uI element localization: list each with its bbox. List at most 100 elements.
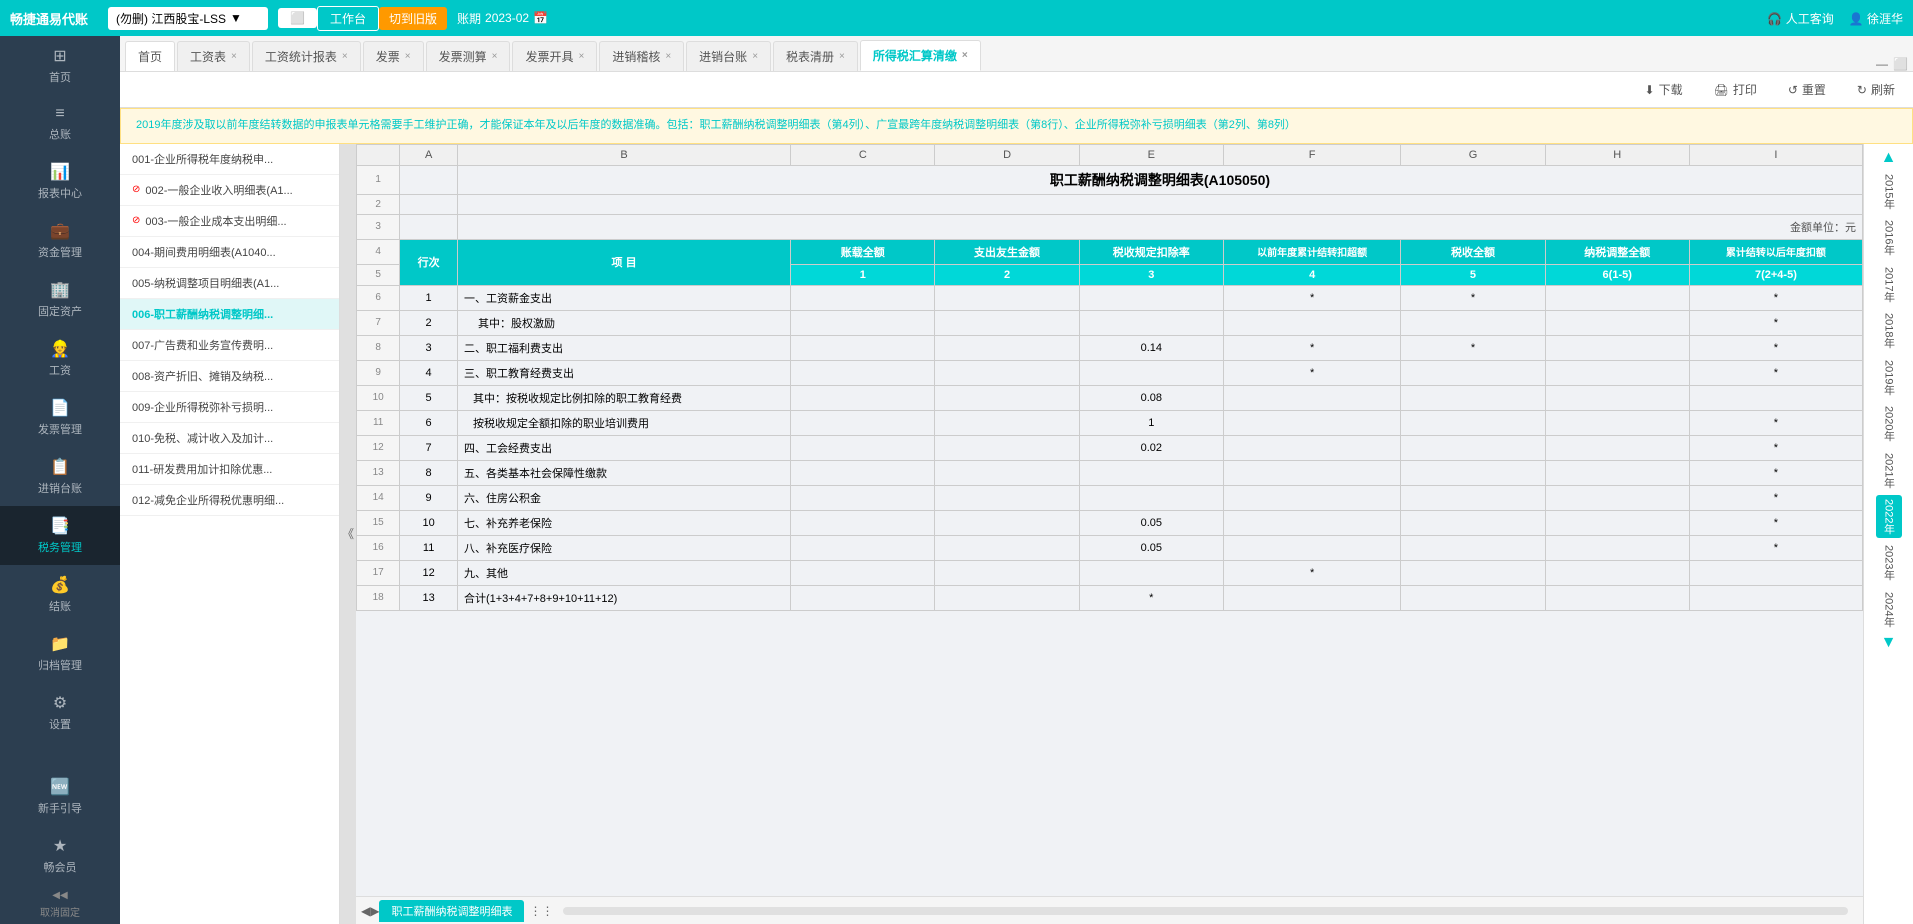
cell-rownum[interactable]: 13: [400, 585, 458, 610]
sidebar-item-settings[interactable]: ⚙ 设置: [0, 683, 120, 742]
cell[interactable]: [1545, 535, 1689, 560]
cell-star[interactable]: *: [1689, 460, 1862, 485]
cell[interactable]: [1079, 460, 1223, 485]
cell[interactable]: [935, 460, 1079, 485]
refresh-btn[interactable]: ↻ 刷新: [1849, 77, 1903, 102]
cell[interactable]: [1223, 310, 1400, 335]
cell-star[interactable]: *: [1689, 310, 1862, 335]
print-btn[interactable]: 🖨 打印: [1706, 77, 1765, 102]
cell[interactable]: [791, 410, 935, 435]
cell[interactable]: [935, 310, 1079, 335]
cell[interactable]: [1545, 435, 1689, 460]
window-minimize-icon[interactable]: —: [1876, 57, 1888, 71]
cell-rownum[interactable]: 4: [400, 360, 458, 385]
cell[interactable]: [1689, 560, 1862, 585]
cell[interactable]: [791, 485, 935, 510]
cell[interactable]: [1545, 510, 1689, 535]
sidebar-item-archive[interactable]: 📁 归档管理: [0, 624, 120, 683]
cell-label[interactable]: 其中：按税收规定比例扣除的职工教育经费: [457, 385, 790, 410]
year-item-2021[interactable]: 2021年: [1876, 449, 1902, 492]
cell[interactable]: [791, 335, 935, 360]
cell-star[interactable]: *: [1689, 485, 1862, 510]
horizontal-scrollbar[interactable]: [563, 907, 1848, 915]
cell[interactable]: [1545, 410, 1689, 435]
cell[interactable]: [1545, 360, 1689, 385]
cell[interactable]: [1545, 560, 1689, 585]
cell[interactable]: [791, 285, 935, 310]
cell[interactable]: [935, 585, 1079, 610]
cell[interactable]: [1223, 485, 1400, 510]
cell[interactable]: [1545, 385, 1689, 410]
cell-val[interactable]: 0.05: [1079, 535, 1223, 560]
cell[interactable]: [1545, 460, 1689, 485]
tab-purchase-audit[interactable]: 进销稽核 ×: [599, 41, 684, 71]
file-list-item[interactable]: 001-企业所得税年度纳税申...: [120, 144, 339, 175]
year-item-2024[interactable]: 2024年: [1876, 588, 1902, 631]
cell[interactable]: [1079, 560, 1223, 585]
next-sheet-icon[interactable]: ▶: [370, 904, 379, 918]
cell[interactable]: [1401, 460, 1545, 485]
tab-tax-schedule[interactable]: 税表清册 ×: [773, 41, 858, 71]
cell[interactable]: [1401, 385, 1545, 410]
close-icon[interactable]: ×: [752, 51, 758, 62]
file-list-item[interactable]: 011-研发费用加计扣除优惠...: [120, 454, 339, 485]
year-item-2020[interactable]: 2020年: [1876, 402, 1902, 445]
close-icon[interactable]: ×: [665, 51, 671, 62]
cell[interactable]: [1401, 585, 1545, 610]
cell[interactable]: [1401, 535, 1545, 560]
cell[interactable]: [791, 360, 935, 385]
cell-rownum[interactable]: 8: [400, 460, 458, 485]
cell[interactable]: [1079, 310, 1223, 335]
window-maximize-icon[interactable]: ⬜: [1893, 57, 1908, 71]
service-link[interactable]: 🎧 人工客询: [1767, 10, 1833, 27]
file-list-item[interactable]: 004-期间费用明细表(A1040...: [120, 237, 339, 268]
cell[interactable]: [1401, 310, 1545, 335]
cell-rownum[interactable]: 2: [400, 310, 458, 335]
year-item-2023[interactable]: 2023年: [1876, 541, 1902, 584]
cell[interactable]: [1223, 410, 1400, 435]
cell-val[interactable]: 0.05: [1079, 510, 1223, 535]
close-icon[interactable]: ×: [578, 51, 584, 62]
sidebar-item-invoice[interactable]: 📄 发票管理: [0, 388, 120, 447]
cell-rownum[interactable]: 12: [400, 560, 458, 585]
close-icon[interactable]: ×: [405, 51, 411, 62]
copy-btn[interactable]: ⬜: [278, 8, 317, 28]
cell[interactable]: [1223, 510, 1400, 535]
cell-label[interactable]: 九、其他: [457, 560, 790, 585]
cell-label[interactable]: 三、职工教育经费支出: [457, 360, 790, 385]
cell-star[interactable]: *: [1689, 360, 1862, 385]
cell-label[interactable]: 一、工资薪金支出: [457, 285, 790, 310]
cell[interactable]: [1401, 485, 1545, 510]
cell[interactable]: [1401, 435, 1545, 460]
calendar-icon[interactable]: 📅: [533, 11, 548, 25]
workspace-btn[interactable]: 工作台: [317, 6, 379, 31]
tab-invoice-calc[interactable]: 发票测算 ×: [426, 41, 511, 71]
file-list-item-active[interactable]: 006-职工薪酬纳税调整明细...: [120, 299, 339, 330]
cell-star[interactable]: *: [1223, 360, 1400, 385]
cell[interactable]: [935, 285, 1079, 310]
cell-star[interactable]: *: [1223, 285, 1400, 310]
user-avatar[interactable]: 👤 徐涯华: [1849, 10, 1903, 27]
year-down-icon[interactable]: ▼: [1881, 634, 1897, 652]
cell[interactable]: [457, 194, 1862, 214]
cell[interactable]: [935, 335, 1079, 360]
cell-label[interactable]: 二、职工福利费支出: [457, 335, 790, 360]
cell[interactable]: [1401, 410, 1545, 435]
cell-label[interactable]: 七、补充养老保险: [457, 510, 790, 535]
cell-label[interactable]: 五、各类基本社会保障性缴款: [457, 460, 790, 485]
year-item-2018[interactable]: 2018年: [1876, 309, 1902, 352]
cell-label[interactable]: 六、住房公积金: [457, 485, 790, 510]
cell[interactable]: [1223, 585, 1400, 610]
cell[interactable]: [400, 165, 458, 194]
cell-rownum[interactable]: 3: [400, 335, 458, 360]
file-list-item[interactable]: 007-广告费和业务宣传费明...: [120, 330, 339, 361]
switch-btn[interactable]: 切到旧版: [379, 7, 447, 30]
year-item-2016[interactable]: 2016年: [1876, 216, 1902, 259]
cell-star[interactable]: *: [1223, 560, 1400, 585]
cell[interactable]: [1545, 285, 1689, 310]
cell[interactable]: [935, 535, 1079, 560]
cell-val[interactable]: 0.14: [1079, 335, 1223, 360]
cell[interactable]: [1689, 585, 1862, 610]
sidebar-item-vip[interactable]: ★ 畅会员: [0, 826, 120, 885]
close-icon[interactable]: ×: [839, 51, 845, 62]
